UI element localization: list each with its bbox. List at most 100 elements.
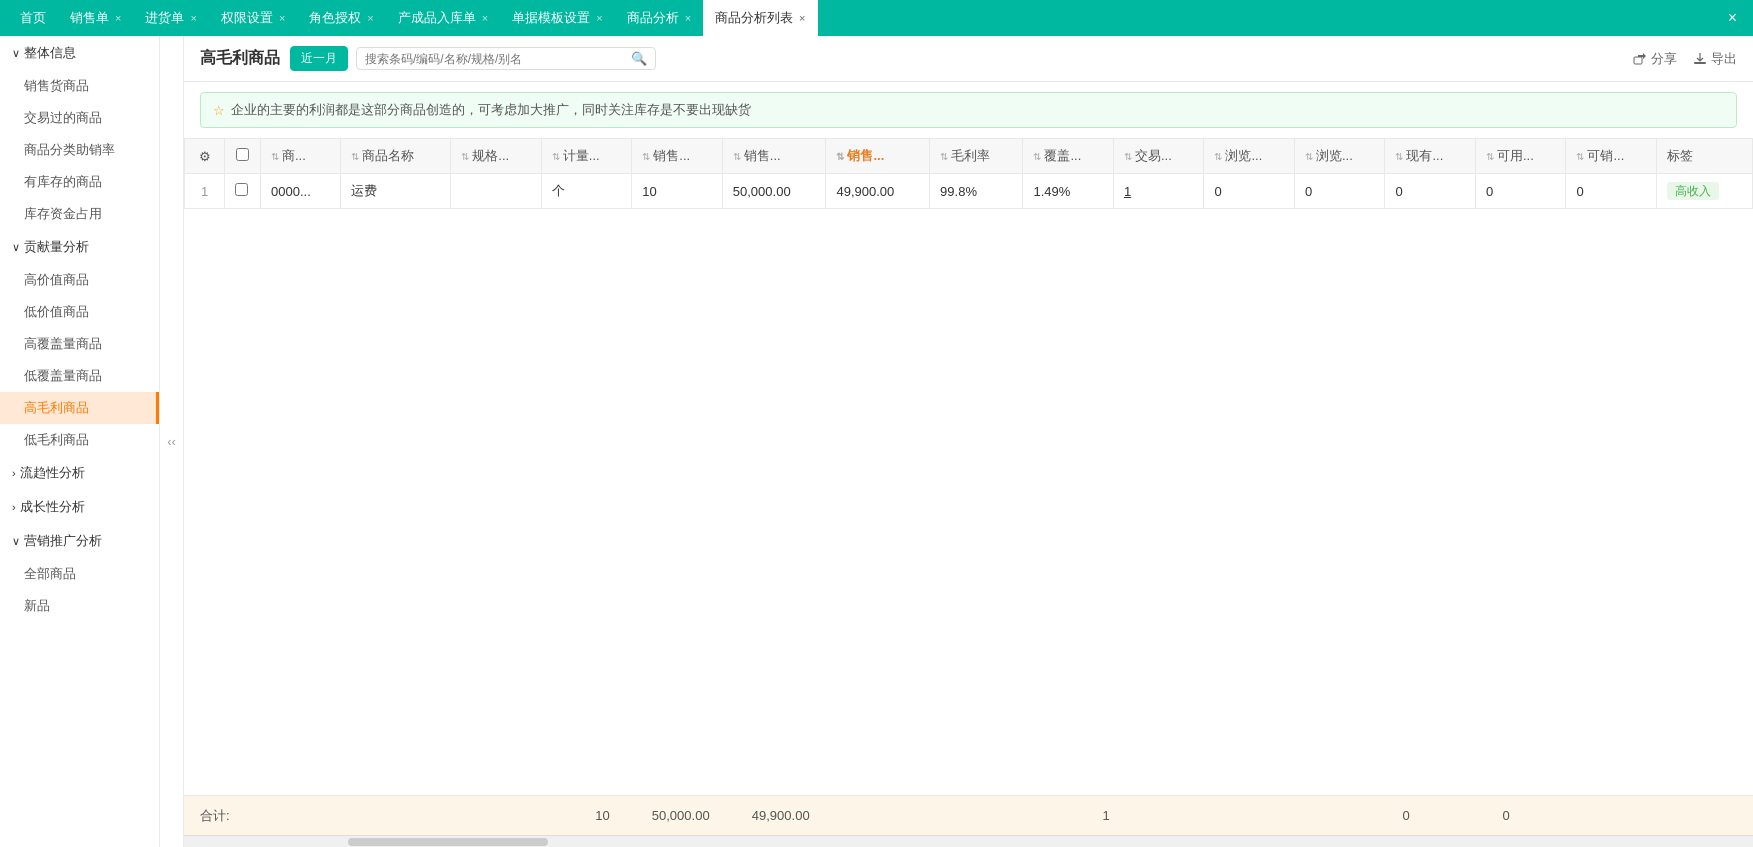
col-sales2[interactable]: 销售... [722, 139, 826, 174]
collapse-icon: ‹‹ [167, 434, 176, 449]
cell-sellable: 0 [1566, 174, 1657, 209]
tab-sales-order[interactable]: 销售单 × [58, 0, 133, 36]
tab-home[interactable]: 首页 [8, 0, 58, 36]
main-layout: ∨ 整体信息 销售货商品 交易过的商品 商品分类助销率 有库存的商品 库存资金占… [0, 36, 1753, 847]
close-tab-role-auth[interactable]: × [367, 12, 373, 24]
cell-available: 0 [1475, 174, 1566, 209]
col-transaction[interactable]: 交易... [1113, 139, 1204, 174]
col-tag: 标签 [1656, 139, 1752, 174]
footer-bar: 合计: 10 50,000.00 49,900.00 1 0 0 [184, 795, 1753, 835]
svg-rect-1 [1694, 62, 1706, 64]
col-sales1[interactable]: 销售... [632, 139, 723, 174]
close-all-button[interactable]: × [1720, 9, 1745, 27]
tab-template-settings[interactable]: 单据模板设置 × [500, 0, 614, 36]
close-tab-purchase-order[interactable]: × [190, 12, 196, 24]
cell-code: 0000... [261, 174, 341, 209]
share-button[interactable]: 分享 [1633, 50, 1677, 68]
search-icon[interactable]: 🔍 [631, 51, 647, 66]
horizontal-scrollbar[interactable] [184, 835, 1753, 847]
col-sellable[interactable]: 可销... [1566, 139, 1657, 174]
col-spec[interactable]: 规格... [451, 139, 542, 174]
close-tab-product-inbound[interactable]: × [482, 12, 488, 24]
sidebar: ∨ 整体信息 销售货商品 交易过的商品 商品分类助销率 有库存的商品 库存资金占… [0, 36, 160, 847]
sidebar-item-low-value[interactable]: 低价值商品 [0, 296, 159, 328]
cell-unit: 个 [541, 174, 632, 209]
tab-role-auth[interactable]: 角色授权 × [297, 0, 385, 36]
table-wrap: ⚙ 商... 商品名称 规格... 计量... 销售... 销售... 销售..… [184, 138, 1753, 467]
col-sales3[interactable]: 销售... [826, 139, 930, 174]
col-gross-rate[interactable]: 毛利率 [930, 139, 1023, 174]
col-current[interactable]: 现有... [1385, 139, 1476, 174]
close-tab-sales-order[interactable]: × [115, 12, 121, 24]
info-banner: ☆ 企业的主要的利润都是这部分商品创造的，可考虑加大推广，同时关注库存是不要出现… [200, 92, 1737, 128]
search-input-wrap: 🔍 [356, 47, 656, 70]
sidebar-group-contribution[interactable]: ∨ 贡献量分析 [0, 230, 159, 264]
close-tab-product-analysis-list[interactable]: × [799, 12, 805, 24]
filter-recent-month-button[interactable]: 近一月 [290, 46, 348, 71]
cell-browse2: 0 [1294, 174, 1385, 209]
sidebar-item-high-value[interactable]: 高价值商品 [0, 264, 159, 296]
export-button[interactable]: 导出 [1693, 50, 1737, 68]
svg-rect-0 [1634, 57, 1642, 64]
export-icon [1693, 52, 1707, 66]
tab-product-analysis[interactable]: 商品分析 × [615, 0, 703, 36]
table-header-row: ⚙ 商... 商品名称 规格... 计量... 销售... 销售... 销售..… [185, 139, 1753, 174]
col-coverage[interactable]: 覆盖... [1023, 139, 1114, 174]
sidebar-item-traded-goods[interactable]: 交易过的商品 [0, 102, 159, 134]
info-icon: ☆ [213, 103, 225, 118]
footer-sales2: 50,000.00 [630, 808, 710, 823]
sidebar-item-sales-goods[interactable]: 销售货商品 [0, 70, 159, 102]
cell-spec [451, 174, 542, 209]
search-input[interactable] [365, 52, 627, 66]
arrow-icon-growth: › [12, 501, 16, 513]
sidebar-item-stock-capital[interactable]: 库存资金占用 [0, 198, 159, 230]
sidebar-item-low-margin[interactable]: 低毛利商品 [0, 424, 159, 456]
sidebar-group-overall[interactable]: ∨ 整体信息 [0, 36, 159, 70]
col-unit[interactable]: 计量... [541, 139, 632, 174]
arrow-icon-trend: › [12, 467, 16, 479]
col-settings[interactable]: ⚙ [185, 139, 225, 174]
sidebar-collapse-button[interactable]: ‹‹ [160, 36, 184, 847]
cell-browse1: 0 [1204, 174, 1295, 209]
content-area: 高毛利商品 近一月 🔍 分享 导出 [184, 36, 1753, 847]
cell-name: 运费 [340, 174, 450, 209]
sidebar-item-new-goods[interactable]: 新品 [0, 590, 159, 622]
tab-purchase-order[interactable]: 进货单 × [133, 0, 208, 36]
footer-sales3: 49,900.00 [730, 808, 810, 823]
sidebar-item-high-coverage[interactable]: 高覆盖量商品 [0, 328, 159, 360]
sidebar-item-high-margin[interactable]: 高毛利商品 [0, 392, 159, 424]
col-browse2[interactable]: 浏览... [1294, 139, 1385, 174]
data-table: ⚙ 商... 商品名称 规格... 计量... 销售... 销售... 销售..… [184, 138, 1753, 209]
tag-badge: 高收入 [1667, 182, 1719, 200]
tab-product-analysis-list[interactable]: 商品分析列表 × [703, 0, 817, 36]
sidebar-group-marketing[interactable]: ∨ 营销推广分析 [0, 524, 159, 558]
sidebar-group-growth[interactable]: › 成长性分析 [0, 490, 159, 524]
cell-index: 1 [185, 174, 225, 209]
tab-permission-settings[interactable]: 权限设置 × [209, 0, 297, 36]
col-checkbox[interactable] [225, 139, 261, 174]
cell-checkbox[interactable] [225, 174, 261, 209]
col-available[interactable]: 可用... [1475, 139, 1566, 174]
sidebar-item-all-goods[interactable]: 全部商品 [0, 558, 159, 590]
col-browse1[interactable]: 浏览... [1204, 139, 1295, 174]
tab-product-inbound[interactable]: 产成品入库单 × [386, 0, 500, 36]
row-checkbox[interactable] [235, 183, 248, 196]
col-code[interactable]: 商... [261, 139, 341, 174]
sidebar-item-category-rate[interactable]: 商品分类助销率 [0, 134, 159, 166]
content-spacer [184, 467, 1753, 796]
sidebar-group-trend[interactable]: › 流趋性分析 [0, 456, 159, 490]
scrollbar-thumb[interactable] [348, 838, 548, 846]
footer-transaction: 1 [1030, 808, 1110, 823]
sidebar-item-instock-goods[interactable]: 有库存的商品 [0, 166, 159, 198]
share-icon [1633, 52, 1647, 66]
close-tab-template-settings[interactable]: × [596, 12, 602, 24]
select-all-checkbox[interactable] [236, 148, 249, 161]
close-tab-permission-settings[interactable]: × [279, 12, 285, 24]
cell-transaction[interactable]: 1 [1113, 174, 1204, 209]
col-name[interactable]: 商品名称 [340, 139, 450, 174]
arrow-icon-overall: ∨ [12, 47, 20, 60]
close-tab-product-analysis[interactable]: × [685, 12, 691, 24]
content-header: 高毛利商品 近一月 🔍 分享 导出 [184, 36, 1753, 82]
sidebar-item-low-coverage[interactable]: 低覆盖量商品 [0, 360, 159, 392]
cell-sales3: 49,900.00 [826, 174, 930, 209]
